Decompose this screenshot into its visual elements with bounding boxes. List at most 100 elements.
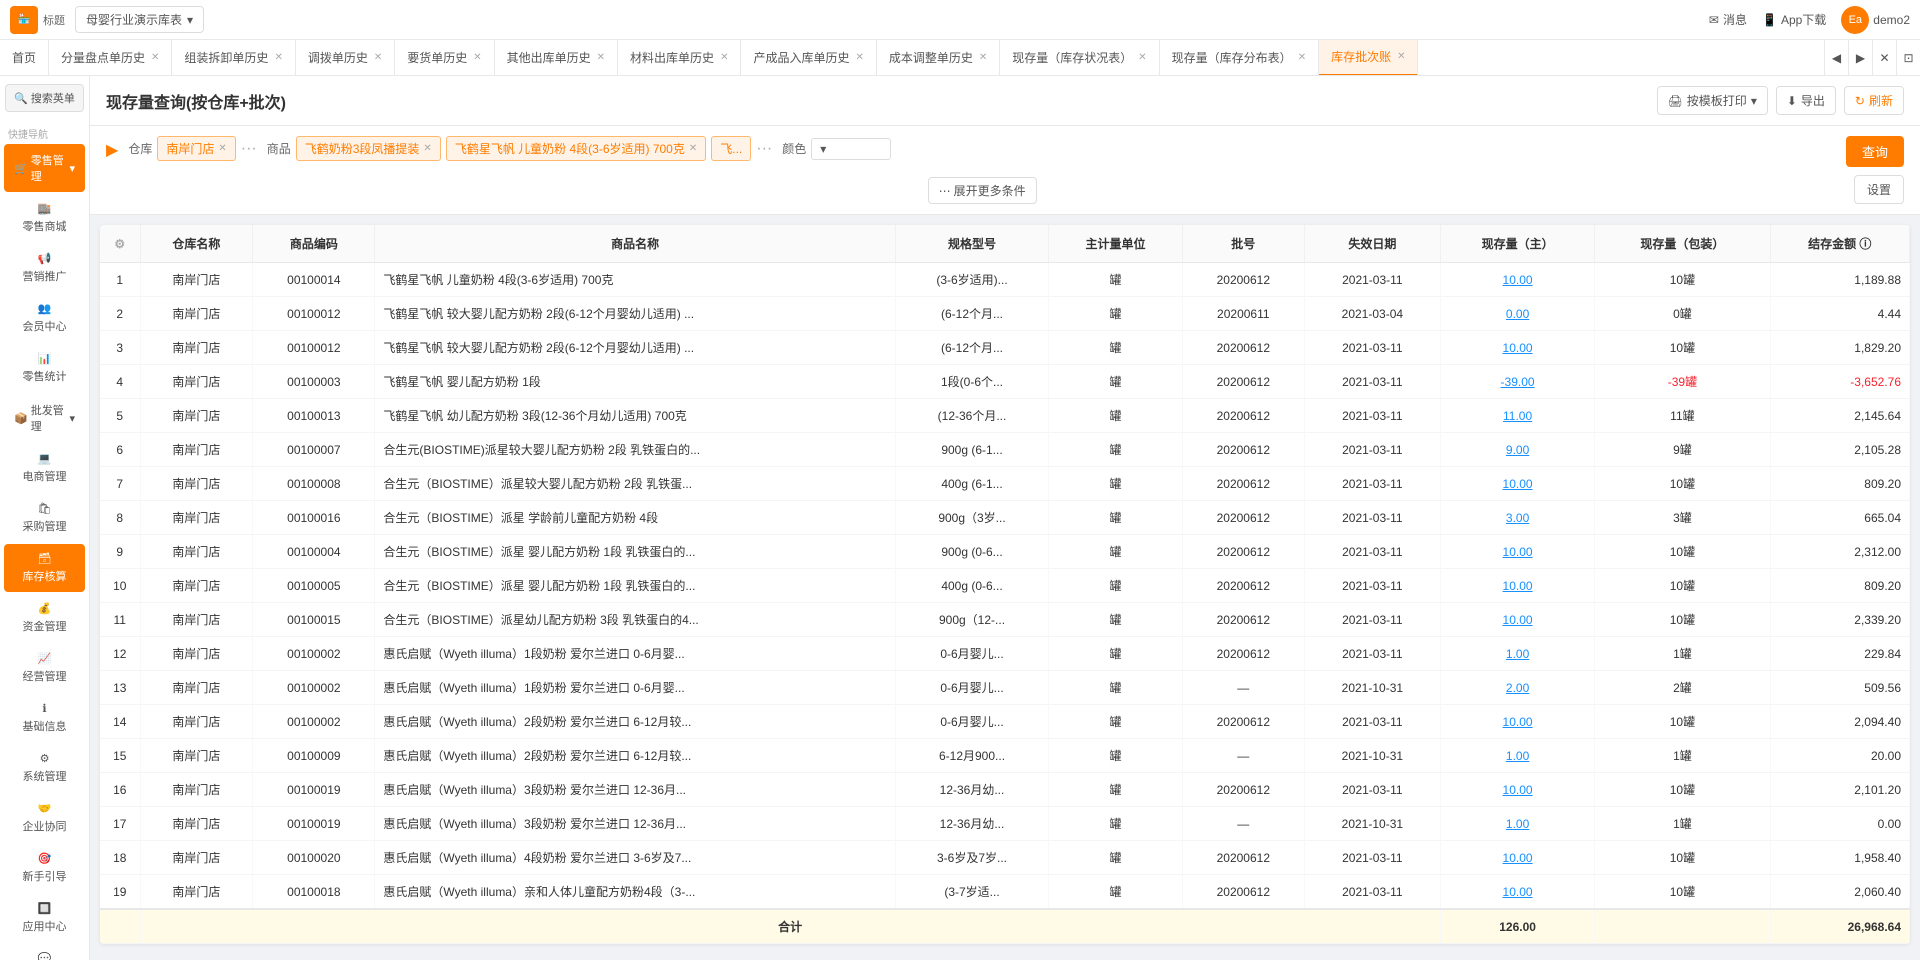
cell-pkg: 1罐 bbox=[1595, 807, 1770, 841]
export-button[interactable]: ⬇ 导出 bbox=[1776, 86, 1836, 115]
warehouse-more[interactable]: ··· bbox=[241, 140, 257, 158]
tab-close-1[interactable]: ✕ bbox=[151, 52, 159, 63]
tab-close-2[interactable]: ✕ bbox=[274, 52, 282, 63]
product-tag-0-close[interactable]: ✕ bbox=[423, 143, 431, 154]
cell-qty[interactable]: -39.00 bbox=[1440, 365, 1594, 399]
tab-close-4[interactable]: ✕ bbox=[473, 52, 481, 63]
tab-6[interactable]: 材料出库单历史 ✕ bbox=[618, 40, 741, 76]
expand-conditions-button[interactable]: ⋯ 展开更多条件 bbox=[928, 177, 1037, 204]
warehouse-tag[interactable]: 南岸门店 ✕ bbox=[157, 136, 235, 161]
col-settings[interactable]: ⚙ bbox=[100, 225, 140, 263]
tab-close-9[interactable]: ✕ bbox=[1138, 52, 1146, 63]
tab-7[interactable]: 产成品入库单历史 ✕ bbox=[741, 40, 876, 76]
tab-10[interactable]: 现存量（库存分布表） ✕ bbox=[1160, 40, 1319, 76]
cell-qty[interactable]: 1.00 bbox=[1440, 637, 1594, 671]
cell-name: 惠氏启赋（Wyeth illuma）4段奶粉 爱尔兰进口 3-6岁及7... bbox=[375, 841, 895, 875]
tab-close-7[interactable]: ✕ bbox=[855, 52, 863, 63]
sidebar-item-finance[interactable]: 💰 资金管理 bbox=[4, 594, 85, 642]
cell-qty[interactable]: 10.00 bbox=[1440, 569, 1594, 603]
tab-11[interactable]: 库存批次账 ✕ bbox=[1319, 40, 1418, 76]
sidebar-item-guide[interactable]: 🎯 新手引导 bbox=[4, 844, 85, 892]
tab-3[interactable]: 调拨单历史 ✕ bbox=[296, 40, 395, 76]
tab-4[interactable]: 要货单历史 ✕ bbox=[395, 40, 494, 76]
cell-unit: 罐 bbox=[1049, 739, 1183, 773]
cell-qty[interactable]: 10.00 bbox=[1440, 841, 1594, 875]
expand-arrow-icon[interactable]: ▶ bbox=[106, 136, 118, 160]
sidebar-item-inventory[interactable]: 🗃 库存核算 bbox=[4, 544, 85, 592]
cell-qty[interactable]: 9.00 bbox=[1440, 433, 1594, 467]
table-container: ⚙ 仓库名称 商品编码 商品名称 规格型号 主计量单位 批号 失效日期 现存量（… bbox=[90, 215, 1920, 960]
cell-qty[interactable]: 10.00 bbox=[1440, 603, 1594, 637]
cell-qty[interactable]: 10.00 bbox=[1440, 263, 1594, 297]
message-action[interactable]: ✉ 消息 bbox=[1709, 11, 1747, 28]
tab-2[interactable]: 组装拆卸单历史 ✕ bbox=[172, 40, 295, 76]
tab-close-8[interactable]: ✕ bbox=[979, 52, 987, 63]
sidebar-item-ecommerce[interactable]: 💻 电商管理 bbox=[4, 444, 85, 492]
cell-qty[interactable]: 1.00 bbox=[1440, 807, 1594, 841]
ecommerce-icon: 💻 bbox=[38, 452, 52, 465]
top-bar-left: 🏪 标题 母婴行业演示库表 ▾ bbox=[10, 6, 204, 34]
product-tag-1-close[interactable]: ✕ bbox=[689, 143, 697, 154]
sidebar-item-system[interactable]: ⚙ 系统管理 bbox=[4, 744, 85, 792]
sidebar-item-retail-shop[interactable]: 🏬 零售商城 bbox=[4, 194, 85, 242]
cell-qty[interactable]: 0.00 bbox=[1440, 297, 1594, 331]
tab-close-10[interactable]: ✕ bbox=[1298, 52, 1306, 63]
sidebar-item-retail-stats[interactable]: 📊 零售统计 bbox=[4, 344, 85, 392]
main-layout: 🔍 搜索英单 快捷导航 🛒 零售管理 ▾ 🏬 零售商城 📢 营销推广 👥 会员中… bbox=[0, 76, 1920, 960]
tab-close-all[interactable]: ✕ bbox=[1872, 40, 1896, 76]
tab-close-3[interactable]: ✕ bbox=[374, 52, 382, 63]
warehouse-selector[interactable]: 母婴行业演示库表 ▾ bbox=[75, 6, 204, 33]
cell-warehouse: 南岸门店 bbox=[140, 399, 253, 433]
product-tag-0[interactable]: 飞鹤奶粉3段凤播提装 ✕ bbox=[296, 136, 441, 161]
cell-qty[interactable]: 10.00 bbox=[1440, 535, 1594, 569]
cell-name: 惠氏启赋（Wyeth illuma）亲和人体儿童配方奶粉4段（3-... bbox=[375, 875, 895, 910]
tab-8[interactable]: 成本调整单历史 ✕ bbox=[877, 40, 1000, 76]
tab-close-11[interactable]: ✕ bbox=[1397, 51, 1405, 62]
cell-expire: 2021-03-11 bbox=[1304, 569, 1440, 603]
sidebar-item-enterprise-collab[interactable]: 🤝 企业协同 bbox=[4, 794, 85, 842]
print-button[interactable]: 🖨 按模板打印 ▾ bbox=[1657, 86, 1768, 115]
query-button[interactable]: 查询 bbox=[1846, 136, 1904, 167]
cell-qty[interactable]: 10.00 bbox=[1440, 705, 1594, 739]
cell-name: 飞鹤星飞帆 较大婴儿配方奶粉 2段(6-12个月婴幼儿适用) ... bbox=[375, 331, 895, 365]
app-download-action[interactable]: 📱 App下载 bbox=[1762, 11, 1826, 28]
cell-qty[interactable]: 10.00 bbox=[1440, 467, 1594, 501]
sidebar-item-app-center[interactable]: 🔲 应用中心 bbox=[4, 894, 85, 942]
cell-qty[interactable]: 3.00 bbox=[1440, 501, 1594, 535]
collab-icon: 🤝 bbox=[38, 802, 52, 815]
tab-prev-arrow[interactable]: ◀ bbox=[1824, 40, 1848, 76]
cell-qty[interactable]: 2.00 bbox=[1440, 671, 1594, 705]
settings-button[interactable]: 设置 bbox=[1854, 175, 1904, 204]
product-more[interactable]: ··· bbox=[756, 140, 772, 158]
sidebar-item-marketing[interactable]: 📢 营销推广 bbox=[4, 244, 85, 292]
color-dropdown[interactable]: ▾ bbox=[811, 138, 891, 160]
user-profile[interactable]: Ea demo2 bbox=[1841, 6, 1910, 34]
refresh-button[interactable]: ↻ 刷新 bbox=[1844, 86, 1904, 115]
sidebar-item-wholesale[interactable]: 📦 批发管理 ▾ bbox=[4, 394, 85, 442]
cell-spec: (3-6岁适用)... bbox=[895, 263, 1048, 297]
sidebar-item-purchase[interactable]: 🛍 采购管理 bbox=[4, 494, 85, 542]
tab-expand-icon[interactable]: ⊡ bbox=[1896, 40, 1920, 76]
cell-qty[interactable]: 10.00 bbox=[1440, 875, 1594, 910]
tab-1[interactable]: 分量盘点单历史 ✕ bbox=[49, 40, 172, 76]
product-tag-2[interactable]: 飞... bbox=[711, 136, 751, 161]
warehouse-tag-close[interactable]: ✕ bbox=[218, 143, 226, 154]
search-button[interactable]: 🔍 搜索英单 bbox=[5, 84, 84, 112]
tab-close-5[interactable]: ✕ bbox=[597, 52, 605, 63]
cell-spec: 0-6月婴儿... bbox=[895, 637, 1048, 671]
sidebar-item-retail-mgmt[interactable]: 🛒 零售管理 ▾ bbox=[4, 144, 85, 192]
sidebar-item-basic-info[interactable]: ℹ 基础信息 bbox=[4, 694, 85, 742]
tab-5[interactable]: 其他出库单历史 ✕ bbox=[495, 40, 618, 76]
cell-qty[interactable]: 1.00 bbox=[1440, 739, 1594, 773]
tab-close-6[interactable]: ✕ bbox=[720, 52, 728, 63]
tab-9[interactable]: 现存量（库存状况表） ✕ bbox=[1000, 40, 1159, 76]
cell-qty[interactable]: 10.00 bbox=[1440, 773, 1594, 807]
cell-qty[interactable]: 10.00 bbox=[1440, 331, 1594, 365]
tab-next-arrow[interactable]: ▶ bbox=[1848, 40, 1872, 76]
tab-home[interactable]: 首页 bbox=[0, 40, 49, 76]
cell-qty[interactable]: 11.00 bbox=[1440, 399, 1594, 433]
sidebar-item-wechat[interactable]: 💬 企业微信 bbox=[4, 944, 85, 960]
sidebar-item-operations[interactable]: 📈 经营管理 bbox=[4, 644, 85, 692]
product-tag-1[interactable]: 飞鹤星飞帆 儿童奶粉 4段(3-6岁适用) 700克 ✕ bbox=[446, 136, 706, 161]
sidebar-item-member[interactable]: 👥 会员中心 bbox=[4, 294, 85, 342]
